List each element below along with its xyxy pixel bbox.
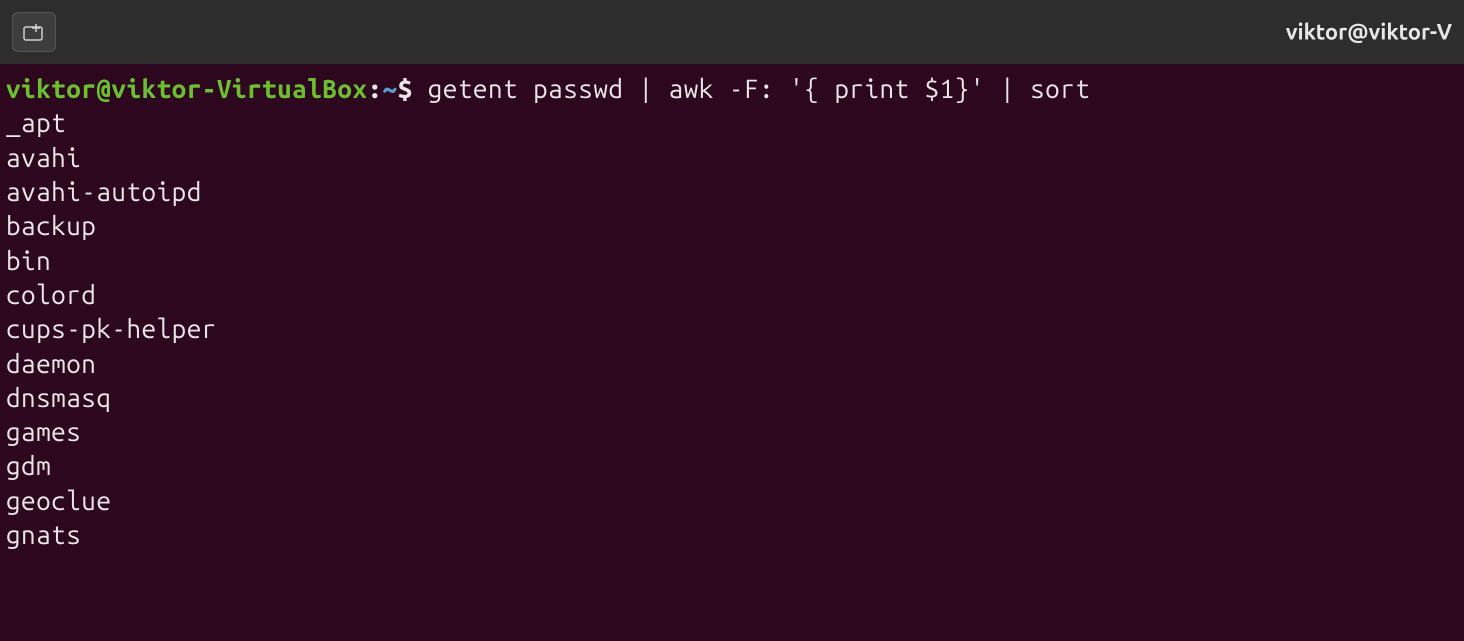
output-line: avahi <box>6 141 1458 175</box>
output-line: colord <box>6 278 1458 312</box>
prompt-dollar: $ <box>398 74 413 103</box>
new-tab-icon <box>22 22 46 42</box>
output-line: bin <box>6 244 1458 278</box>
command-text: getent passwd | awk -F: '{ print $1}' | … <box>413 74 1091 103</box>
output-container: _aptavahiavahi-autoipdbackupbincolordcup… <box>6 106 1458 552</box>
output-line: geoclue <box>6 484 1458 518</box>
prompt-user-host: viktor@viktor-VirtualBox <box>6 74 367 103</box>
output-line: gdm <box>6 449 1458 483</box>
terminal-body[interactable]: viktor@viktor-VirtualBox:~$ getent passw… <box>0 64 1464 641</box>
prompt-path: ~ <box>383 74 398 103</box>
output-line: avahi-autoipd <box>6 175 1458 209</box>
window-title: viktor@viktor-V <box>1286 20 1452 45</box>
output-line: cups-pk-helper <box>6 312 1458 346</box>
output-line: daemon <box>6 347 1458 381</box>
output-line: games <box>6 415 1458 449</box>
new-tab-button[interactable] <box>12 12 56 52</box>
output-line: _apt <box>6 106 1458 140</box>
prompt-colon: : <box>367 74 382 103</box>
output-line: backup <box>6 209 1458 243</box>
output-line: dnsmasq <box>6 381 1458 415</box>
output-line: gnats <box>6 518 1458 552</box>
titlebar: viktor@viktor-V <box>0 0 1464 64</box>
